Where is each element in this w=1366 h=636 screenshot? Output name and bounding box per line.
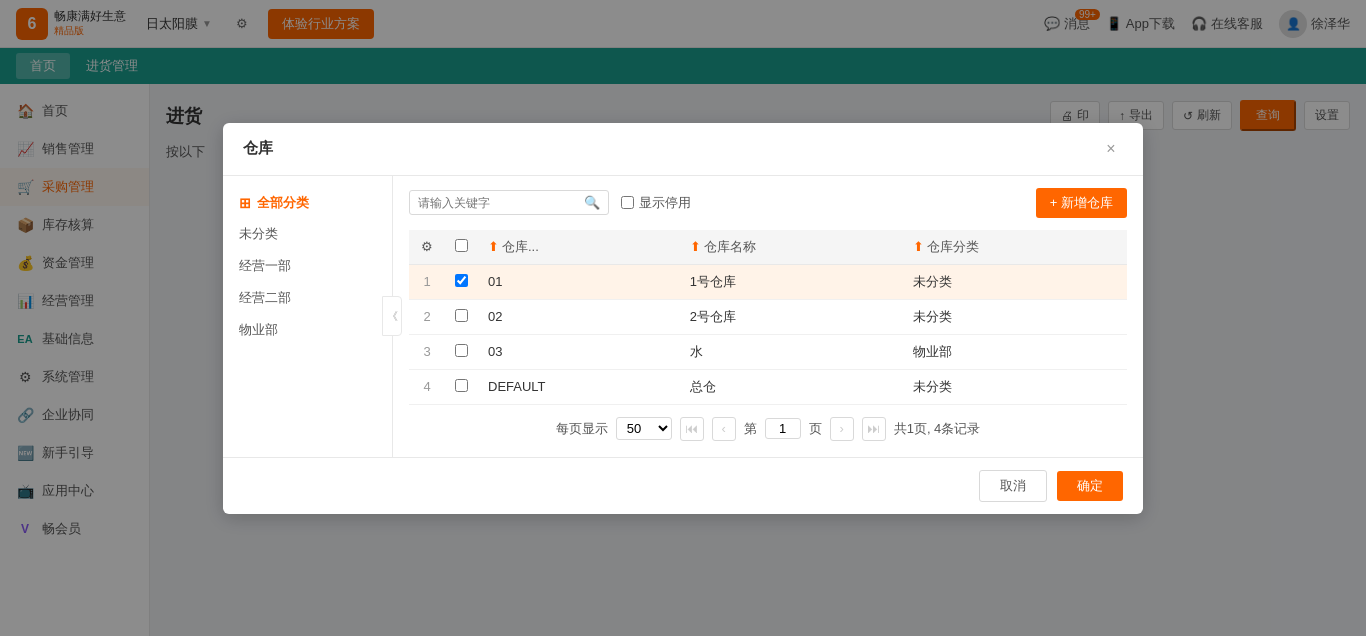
- show-disabled-checkbox[interactable]: 显示停用: [621, 194, 691, 212]
- row-code: DEFAULT: [478, 369, 680, 404]
- category-all-label: 全部分类: [257, 194, 309, 212]
- table-row[interactable]: 3 03 水 物业部: [409, 334, 1127, 369]
- row-checkbox: [445, 369, 478, 404]
- table-row[interactable]: 2 02 2号仓库 未分类: [409, 299, 1127, 334]
- row-num: 4: [409, 369, 445, 404]
- per-page-select[interactable]: 50 100 200: [616, 417, 672, 440]
- row-num: 3: [409, 334, 445, 369]
- disabled-checkbox[interactable]: [621, 196, 634, 209]
- row-code: 01: [478, 264, 680, 299]
- row-code: 03: [478, 334, 680, 369]
- row-number: 1: [423, 274, 430, 289]
- col-name[interactable]: ⬆ 仓库名称: [680, 230, 904, 265]
- category-panel: ⊞ 全部分类 未分类 经营一部 经营二部 物业部 《: [223, 176, 393, 457]
- row-category: 未分类: [903, 299, 1127, 334]
- pagination: 每页显示 50 100 200 ⏮ ‹ 第 页 › ⏭ 共1页, 4条记录: [409, 405, 1127, 445]
- page-label: 第: [744, 420, 757, 438]
- row-category: 未分类: [903, 264, 1127, 299]
- category-header[interactable]: ⊞ 全部分类: [223, 188, 392, 218]
- table-body: 1 01 1号仓库 未分类 2 02 2号仓库 未分类 3 03 水 物业部 4: [409, 264, 1127, 404]
- page-number-input[interactable]: [765, 418, 801, 439]
- col-code[interactable]: ⬆ 仓库...: [478, 230, 680, 265]
- row-select-checkbox[interactable]: [455, 309, 468, 322]
- row-name: 2号仓库: [680, 299, 904, 334]
- row-category: 未分类: [903, 369, 1127, 404]
- sort-icon: ⬆: [488, 239, 499, 254]
- row-checkbox: [445, 299, 478, 334]
- next-page-button[interactable]: ›: [830, 417, 854, 441]
- search-input[interactable]: [418, 196, 584, 210]
- sort-cat-icon: ⬆: [913, 239, 924, 254]
- last-page-button[interactable]: ⏭: [862, 417, 886, 441]
- search-input-wrap: 🔍: [409, 190, 609, 215]
- cancel-button[interactable]: 取消: [979, 470, 1047, 502]
- select-all-checkbox[interactable]: [455, 239, 468, 252]
- row-select-checkbox[interactable]: [455, 344, 468, 357]
- close-button[interactable]: ×: [1099, 137, 1123, 161]
- first-page-button[interactable]: ⏮: [680, 417, 704, 441]
- category-item-ops2[interactable]: 经营二部: [223, 282, 392, 314]
- confirm-button[interactable]: 确定: [1057, 471, 1123, 501]
- row-select-checkbox[interactable]: [455, 379, 468, 392]
- dialog-header: 仓库 ×: [223, 123, 1143, 176]
- warehouse-table: ⚙ ⬆ 仓库...: [409, 230, 1127, 405]
- row-code: 02: [478, 299, 680, 334]
- col-checkbox: [445, 230, 478, 265]
- row-category: 物业部: [903, 334, 1127, 369]
- table-header: ⚙ ⬆ 仓库...: [409, 230, 1127, 265]
- sort-name-icon: ⬆: [690, 239, 701, 254]
- col-settings: ⚙: [409, 230, 445, 265]
- modal-overlay: 仓库 × ⊞ 全部分类 未分类 经营一部 经营二部: [0, 0, 1366, 636]
- row-num: 2: [409, 299, 445, 334]
- page-suffix: 页: [809, 420, 822, 438]
- warehouse-dialog: 仓库 × ⊞ 全部分类 未分类 经营一部 经营二部: [223, 123, 1143, 514]
- table-row[interactable]: 1 01 1号仓库 未分类: [409, 264, 1127, 299]
- prev-page-button[interactable]: ‹: [712, 417, 736, 441]
- table-panel: 🔍 显示停用 + 新增仓库 ⚙: [393, 176, 1143, 457]
- category-item-property[interactable]: 物业部: [223, 314, 392, 346]
- row-name: 水: [680, 334, 904, 369]
- per-page-label: 每页显示: [556, 420, 608, 438]
- category-item-ops1[interactable]: 经营一部: [223, 250, 392, 282]
- row-select-checkbox[interactable]: [455, 274, 468, 287]
- grid-icon: ⊞: [239, 195, 251, 211]
- search-icon[interactable]: 🔍: [584, 195, 600, 210]
- row-checkbox: [445, 334, 478, 369]
- row-name: 总仓: [680, 369, 904, 404]
- row-checkbox: [445, 264, 478, 299]
- add-warehouse-button[interactable]: + 新增仓库: [1036, 188, 1127, 218]
- total-info: 共1页, 4条记录: [894, 420, 981, 438]
- search-bar: 🔍 显示停用 + 新增仓库: [409, 188, 1127, 218]
- dialog-body: ⊞ 全部分类 未分类 经营一部 经营二部 物业部 《: [223, 176, 1143, 457]
- dialog-footer: 取消 确定: [223, 457, 1143, 514]
- dialog-title: 仓库: [243, 139, 273, 158]
- table-row[interactable]: 4 DEFAULT 总仓 未分类: [409, 369, 1127, 404]
- row-name: 1号仓库: [680, 264, 904, 299]
- table-container: ⚙ ⬆ 仓库...: [409, 230, 1127, 405]
- row-num: 1: [409, 264, 445, 299]
- collapse-panel-button[interactable]: 《: [382, 296, 402, 336]
- category-item-unclassified[interactable]: 未分类: [223, 218, 392, 250]
- col-category[interactable]: ⬆ 仓库分类: [903, 230, 1127, 265]
